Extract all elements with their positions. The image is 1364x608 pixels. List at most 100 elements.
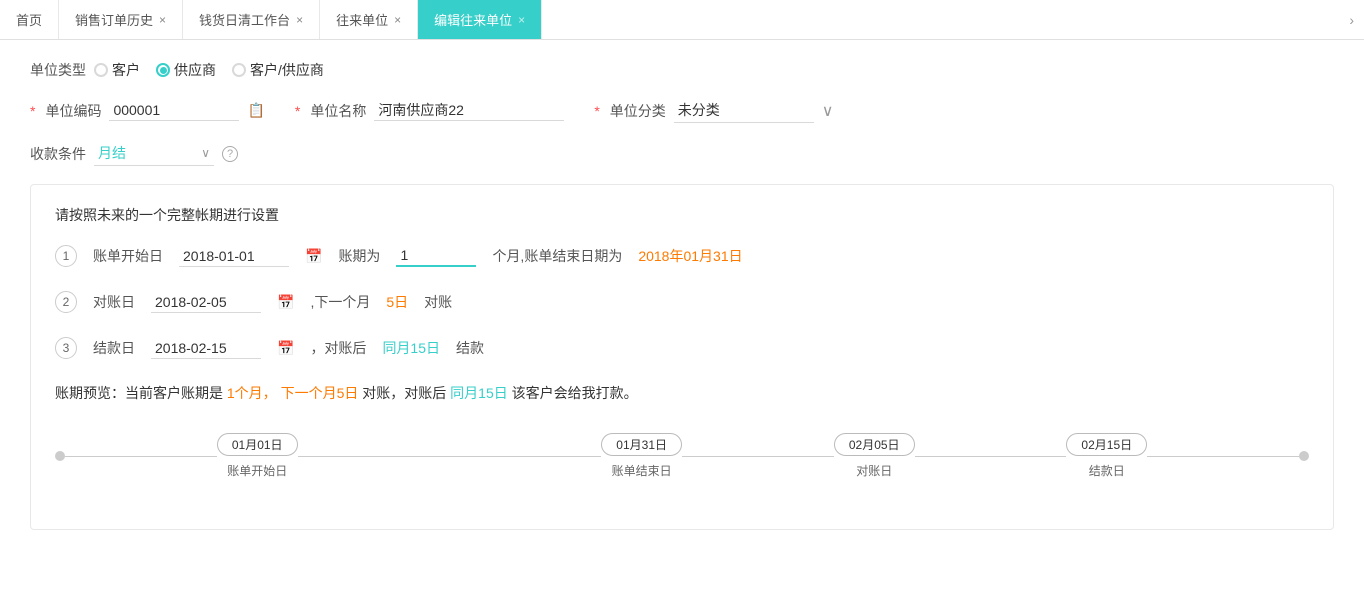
preview-part1: 1个月， [227, 385, 277, 401]
unit-code-input[interactable] [109, 100, 239, 121]
tab-edit-partner-label: 编辑往来单位 [434, 10, 512, 29]
step-2-row: 2 对账日 📅 ,下一个月 5日 对账 [55, 291, 1309, 313]
preview-part4: 同月15日 [450, 385, 508, 401]
unit-code-label: 单位编码 [45, 101, 101, 121]
step-2-num: 2 [55, 291, 77, 313]
step-2-date-input[interactable] [151, 292, 261, 313]
timeline-line-1 [65, 456, 217, 457]
unit-category-value: 未分类 [678, 100, 810, 120]
preview-part3: 对账，对账后 [362, 385, 446, 401]
payment-terms-value: 月结 [98, 143, 201, 163]
tab-edit-partner[interactable]: 编辑往来单位 × [418, 0, 542, 39]
step-3-cal-icon[interactable]: 📅 [277, 340, 294, 357]
step-1-period-input[interactable] [396, 245, 476, 267]
timeline-label-4: 结款日 [1089, 462, 1125, 479]
step-1-period-unit: 个月,账单结束日期为 [492, 246, 622, 266]
page-content: 单位类型 客户 供应商 客户/供应商 * 单位编码 [0, 40, 1364, 608]
step-2-desc-before: ,下一个月 [310, 292, 370, 312]
unit-category-arrow[interactable]: ∨ [822, 101, 834, 121]
unit-code-group: * 单位编码 📋 [30, 100, 265, 121]
preview-row: 账期预览：当前客户账期是 1个月， 下一个月5日 对账，对账后 同月15日 该客… [55, 383, 1309, 403]
timeline-label-2: 账单结束日 [612, 462, 672, 479]
timeline-line-4 [915, 456, 1067, 457]
unit-code-star: * [30, 103, 35, 119]
unit-name-group: * 单位名称 [295, 100, 564, 121]
radio-customer[interactable]: 客户 [94, 60, 140, 80]
radio-supplier[interactable]: 供应商 [156, 60, 216, 80]
step-3-date-input[interactable] [151, 338, 261, 359]
radio-both[interactable]: 客户/供应商 [232, 60, 324, 80]
tab-scroll-arrow[interactable]: › [1339, 12, 1364, 28]
radio-supplier-circle [156, 63, 170, 77]
tab-sales-history-close[interactable]: × [159, 13, 166, 27]
step-2-cal-icon[interactable]: 📅 [277, 294, 294, 311]
radio-customer-circle [94, 63, 108, 77]
payment-terms-label: 收款条件 [30, 144, 86, 164]
timeline-node-3: 02月05日 对账日 [834, 433, 915, 479]
timeline-end-dot [1299, 451, 1309, 461]
tab-sales-history-label: 销售订单历史 [75, 10, 153, 29]
unit-category-group: * 单位分类 未分类 ∨ [594, 98, 833, 123]
timeline-label-3: 对账日 [856, 462, 892, 479]
timeline-node-1: 01月01日 账单开始日 [217, 433, 298, 479]
unit-name-label: 单位名称 [310, 101, 366, 121]
tab-home[interactable]: 首页 [0, 0, 59, 39]
preview-part5: 该客户会给我打款。 [512, 385, 638, 401]
tab-daily-work-close[interactable]: × [296, 13, 303, 27]
timeline-line-5 [1147, 456, 1299, 457]
tab-partner[interactable]: 往来单位 × [320, 0, 418, 39]
timeline-badge-2: 01月31日 [601, 433, 682, 456]
tab-edit-partner-close[interactable]: × [518, 13, 525, 27]
unit-type-row: 单位类型 客户 供应商 客户/供应商 [30, 60, 1334, 80]
payment-terms-row: 收款条件 月结 ∨ ? [30, 141, 1334, 166]
payment-terms-arrow[interactable]: ∨ [201, 146, 210, 160]
timeline-node-2: 01月31日 账单结束日 [601, 433, 682, 479]
tabs-bar: 首页 销售订单历史 × 钱货日清工作台 × 往来单位 × 编辑往来单位 × › [0, 0, 1364, 40]
unit-type-group: 单位类型 客户 供应商 客户/供应商 [30, 60, 324, 80]
timeline-line-3 [682, 456, 834, 457]
unit-type-label: 单位类型 [30, 60, 86, 80]
preview-label: 账期预览：当前客户账期是 [55, 385, 223, 401]
timeline-node-4: 02月15日 结款日 [1066, 433, 1147, 479]
step-1-label: 账单开始日 [93, 246, 163, 266]
section-box: 请按照未来的一个完整帐期进行设置 1 账单开始日 📅 账期为 个月,账单结束日期… [30, 184, 1334, 530]
step-3-desc-after: 结款 [456, 338, 484, 358]
step-3-row: 3 结款日 📅 ，对账后 同月15日 结款 [55, 337, 1309, 359]
help-icon[interactable]: ? [222, 146, 238, 162]
payment-terms-group: 收款条件 月结 ∨ ? [30, 141, 238, 166]
tab-home-label: 首页 [16, 10, 42, 29]
unit-name-star: * [295, 103, 300, 119]
step-3-label: 结款日 [93, 338, 135, 358]
tab-partner-label: 往来单位 [336, 10, 388, 29]
timeline-badge-1: 01月01日 [217, 433, 298, 456]
timeline-badge-3: 02月05日 [834, 433, 915, 456]
step-1-period-end: 2018年01月31日 [638, 246, 742, 266]
unit-name-input[interactable] [374, 100, 564, 121]
tab-sales-history[interactable]: 销售订单历史 × [59, 0, 183, 39]
unit-info-row: * 单位编码 📋 * 单位名称 * 单位分类 未分类 ∨ [30, 98, 1334, 123]
preview-part2: 下一个月5日 [281, 385, 359, 401]
timeline-label-1: 账单开始日 [227, 462, 287, 479]
unit-category-star: * [594, 103, 599, 119]
timeline-badge-4: 02月15日 [1066, 433, 1147, 456]
copy-icon[interactable]: 📋 [247, 102, 264, 119]
timeline: 01月01日 账单开始日 01月31日 账单结束日 02月05日 对账日 02月… [55, 423, 1309, 509]
step-1-date-input[interactable] [179, 246, 289, 267]
step-2-label: 对账日 [93, 292, 135, 312]
payment-terms-select[interactable]: 月结 ∨ [94, 141, 214, 166]
radio-group: 客户 供应商 客户/供应商 [94, 60, 324, 80]
step-1-cal-icon[interactable]: 📅 [305, 248, 322, 265]
timeline-line-2 [298, 456, 602, 457]
step-2-desc-after: 对账 [424, 292, 452, 312]
tab-daily-work[interactable]: 钱货日清工作台 × [183, 0, 320, 39]
step-3-num: 3 [55, 337, 77, 359]
step-3-desc-before: ，对账后 [310, 338, 366, 358]
unit-category-select[interactable]: 未分类 [674, 98, 814, 123]
radio-customer-label: 客户 [112, 60, 140, 80]
radio-both-circle [232, 63, 246, 77]
step-1-period-label: 账期为 [338, 246, 380, 266]
timeline-start-dot [55, 451, 65, 461]
unit-category-label: 单位分类 [610, 101, 666, 121]
radio-both-label: 客户/供应商 [250, 60, 324, 80]
tab-partner-close[interactable]: × [394, 13, 401, 27]
